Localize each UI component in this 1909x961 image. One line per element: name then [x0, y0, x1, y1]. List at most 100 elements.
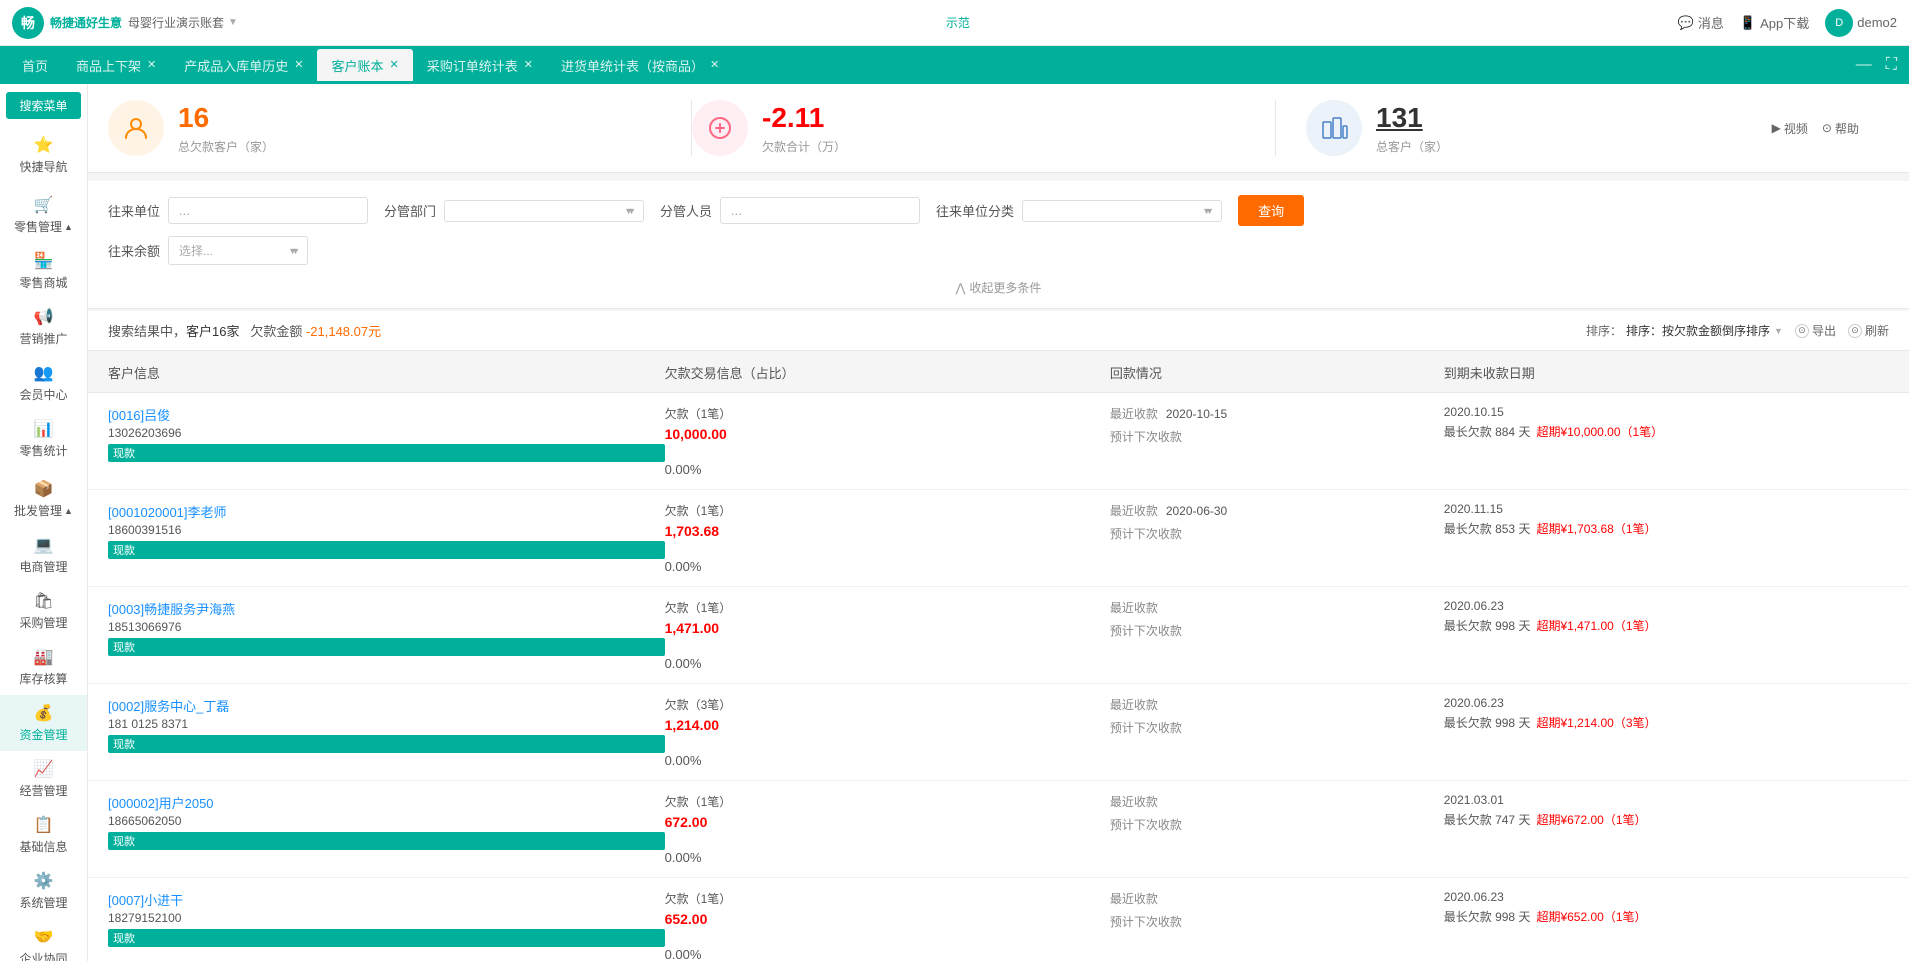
export-btn[interactable]: ⊙ 导出: [1795, 322, 1836, 339]
debt-amount: 652.00: [665, 911, 1110, 927]
collection-col: 最近收款 2020-06-30 预计下次收款: [1110, 502, 1444, 542]
sidebar-item-batch-mgmt[interactable]: 📦 批发管理 ▲: [0, 471, 87, 527]
tab-inventory-stats[interactable]: 进货单统计表（按商品） ✕: [547, 49, 733, 81]
customer-tag: 现款: [108, 638, 665, 656]
tab-close-purchase-order[interactable]: ✕: [524, 60, 533, 71]
tab-close-customer-account[interactable]: ✕: [390, 60, 399, 71]
app-download-btn[interactable]: 📱 App下载: [1740, 13, 1809, 32]
breadcrumb-home[interactable]: 示范: [946, 14, 970, 31]
store-icon: 🏪: [34, 251, 54, 271]
customer-tag: 现款: [108, 541, 665, 559]
table-row: [0002]服务中心_丁磊 181 0125 8371 现款 欠款（3笔） 1,…: [88, 684, 1909, 781]
sidebar-item-finance[interactable]: 💰 资金管理: [0, 695, 87, 751]
filter-row-1: 往来单位 ... 分管部门 ▼: [108, 195, 1889, 226]
customer-name-link[interactable]: [0001020001]李老师: [108, 502, 665, 521]
customer-name-link[interactable]: [0002]服务中心_丁磊: [108, 696, 665, 715]
stat-label-customers: 总欠款客户（家）: [178, 138, 274, 155]
sidebar-item-basic-info[interactable]: 📋 基础信息: [0, 807, 87, 863]
customer-tag: 现款: [108, 929, 665, 947]
tab-product-status[interactable]: 商品上下架 ✕: [62, 49, 170, 81]
sidebar-item-ecommerce[interactable]: 💻 电商管理: [0, 527, 87, 583]
overdue-link[interactable]: 超期¥1,471.00（1笔）: [1536, 617, 1656, 634]
collection-col: 最近收款 预计下次收款: [1110, 599, 1444, 639]
debt-ratio: 0.00%: [665, 462, 1110, 477]
sidebar-item-retail-store[interactable]: 🏪 零售商城: [0, 243, 87, 299]
sidebar: 搜索菜单 ⭐ 快捷导航 🛒 零售管理 ▲ 🏪 零售商城 📢 营销推广 👥 会员中…: [0, 84, 88, 961]
customer-phone: 18279152100: [108, 911, 665, 925]
refresh-btn[interactable]: ⊙ 刷新: [1848, 322, 1889, 339]
tab-home[interactable]: 首页: [8, 49, 62, 81]
debt-info-col: 欠款（1笔） 672.00 0.00%: [665, 793, 1110, 865]
stat-card-customers: 16 总欠款客户（家）: [108, 100, 692, 156]
marketing-icon: 📢: [34, 307, 54, 327]
overdue-link[interactable]: 超期¥10,000.00（1笔）: [1536, 423, 1663, 440]
customer-name-link[interactable]: [000002]用户2050: [108, 793, 665, 812]
tab-bar: 首页 商品上下架 ✕ 产成品入库单历史 ✕ 客户账本 ✕ 采购订单统计表 ✕ 进…: [0, 46, 1909, 84]
customer-info-col: [0003]畅捷服务尹海燕 18513066976 现款: [108, 599, 665, 656]
customer-phone: 18600391516: [108, 523, 665, 537]
results-summary: 搜索结果中，客户16家 欠款金额 -21,148.07元: [108, 321, 381, 340]
stat-info-debt: -2.11 欠款合计（万）: [762, 102, 846, 155]
stat-value-customers: 16: [178, 102, 274, 134]
sidebar-item-retail-stats[interactable]: 📊 零售统计: [0, 411, 87, 467]
customer-tag: 现款: [108, 832, 665, 850]
help-btn[interactable]: ⊙ 帮助: [1822, 120, 1859, 137]
ecommerce-icon: 💻: [34, 535, 54, 555]
star-icon: ⭐: [34, 135, 54, 155]
source-unit-input[interactable]: ...: [168, 197, 368, 224]
person-input[interactable]: ...: [720, 197, 920, 224]
system-icon: ⚙️: [34, 871, 54, 891]
sidebar-item-member[interactable]: 👥 会员中心: [0, 355, 87, 411]
tab-close-inventory-stats[interactable]: ✕: [710, 60, 719, 71]
balance-select[interactable]: 选择... ▼: [168, 236, 308, 265]
debt-ratio: 0.00%: [665, 850, 1110, 865]
tab-minimize-btn[interactable]: —: [1852, 56, 1876, 74]
overdue-link[interactable]: 超期¥652.00（1笔）: [1536, 908, 1646, 925]
overdue-link[interactable]: 超期¥672.00（1笔）: [1536, 811, 1646, 828]
view-video-btn[interactable]: ▶ 视频: [1772, 120, 1808, 137]
top-bar: 畅 畅捷通好生意 母婴行业演示账套 ▼ 示范 💬 消息 📱 App下载 D de…: [0, 0, 1909, 46]
sidebar-item-inventory[interactable]: 🏭 库存核算: [0, 639, 87, 695]
message-btn[interactable]: 💬 消息: [1678, 13, 1724, 32]
filter-row-2: 往来余额 选择... ▼: [108, 236, 1889, 265]
sidebar-search-btn[interactable]: 搜索菜单: [6, 92, 81, 119]
customer-name-link[interactable]: [0016]吕俊: [108, 405, 665, 424]
unit-category-select[interactable]: ▼: [1022, 200, 1222, 222]
filter-area: 往来单位 ... 分管部门 ▼: [88, 181, 1909, 309]
dept-select[interactable]: ▼: [444, 200, 644, 222]
sidebar-item-retail-mgmt[interactable]: 🛒 零售管理 ▲: [0, 187, 87, 243]
breadcrumb-area: 示范: [946, 14, 970, 31]
tab-maximize-btn[interactable]: ⛶: [1882, 56, 1901, 74]
table-header: 客户信息 欠款交易信息（占比） 回款情况 到期未收款日期: [88, 353, 1909, 393]
sidebar-item-operations[interactable]: 📈 经营管理: [0, 751, 87, 807]
user-menu[interactable]: D demo2: [1825, 9, 1897, 37]
tab-purchase-order[interactable]: 采购订单统计表 ✕: [413, 49, 547, 81]
customer-name-link[interactable]: [0007]小进干: [108, 890, 665, 909]
sort-selector[interactable]: 排序： 排序：按欠款金额倒序排序 ▼: [1586, 322, 1783, 339]
debt-amount: 1,214.00: [665, 717, 1110, 733]
sidebar-item-quick-nav[interactable]: ⭐ 快捷导航: [0, 127, 87, 183]
tab-close-product-status[interactable]: ✕: [147, 60, 156, 71]
customer-info-col: [0002]服务中心_丁磊 181 0125 8371 现款: [108, 696, 665, 753]
sidebar-item-purchase[interactable]: 🛍 采购管理: [0, 583, 87, 639]
store-selector[interactable]: 母婴行业演示账套 ▼: [128, 14, 238, 31]
tab-close-product-history[interactable]: ✕: [294, 60, 303, 71]
customer-name-link[interactable]: [0003]畅捷服务尹海燕: [108, 599, 665, 618]
debt-info-col: 欠款（1笔） 652.00 0.00%: [665, 890, 1110, 961]
overdue-col: 2020.06.23 最长欠款 998 天 超期¥1,214.00（3笔）: [1444, 696, 1889, 731]
table-row: [000002]用户2050 18665062050 现款 欠款（1笔） 672…: [88, 781, 1909, 878]
debt-ratio: 0.00%: [665, 656, 1110, 671]
overdue-link[interactable]: 超期¥1,703.68（1笔）: [1536, 520, 1656, 537]
collection-col: 最近收款 2020-10-15 预计下次收款: [1110, 405, 1444, 445]
sidebar-item-enterprise[interactable]: 🤝 企业协同: [0, 919, 87, 961]
tab-product-history[interactable]: 产成品入库单历史 ✕: [170, 49, 317, 81]
collapse-btn[interactable]: ⋀ 收起更多条件: [108, 275, 1889, 300]
stat-card-debt: -2.11 欠款合计（万）: [692, 100, 1276, 156]
sidebar-item-system[interactable]: ⚙️ 系统管理: [0, 863, 87, 919]
sidebar-item-marketing[interactable]: 📢 营销推广: [0, 299, 87, 355]
query-button[interactable]: 查询: [1238, 195, 1304, 226]
overdue-link[interactable]: 超期¥1,214.00（3笔）: [1536, 714, 1656, 731]
tab-customer-account[interactable]: 客户账本 ✕: [317, 49, 412, 81]
overdue-col: 2020.11.15 最长欠款 853 天 超期¥1,703.68（1笔）: [1444, 502, 1889, 537]
results-actions: 排序： 排序：按欠款金额倒序排序 ▼ ⊙ 导出 ⊙ 刷新: [1586, 322, 1889, 339]
